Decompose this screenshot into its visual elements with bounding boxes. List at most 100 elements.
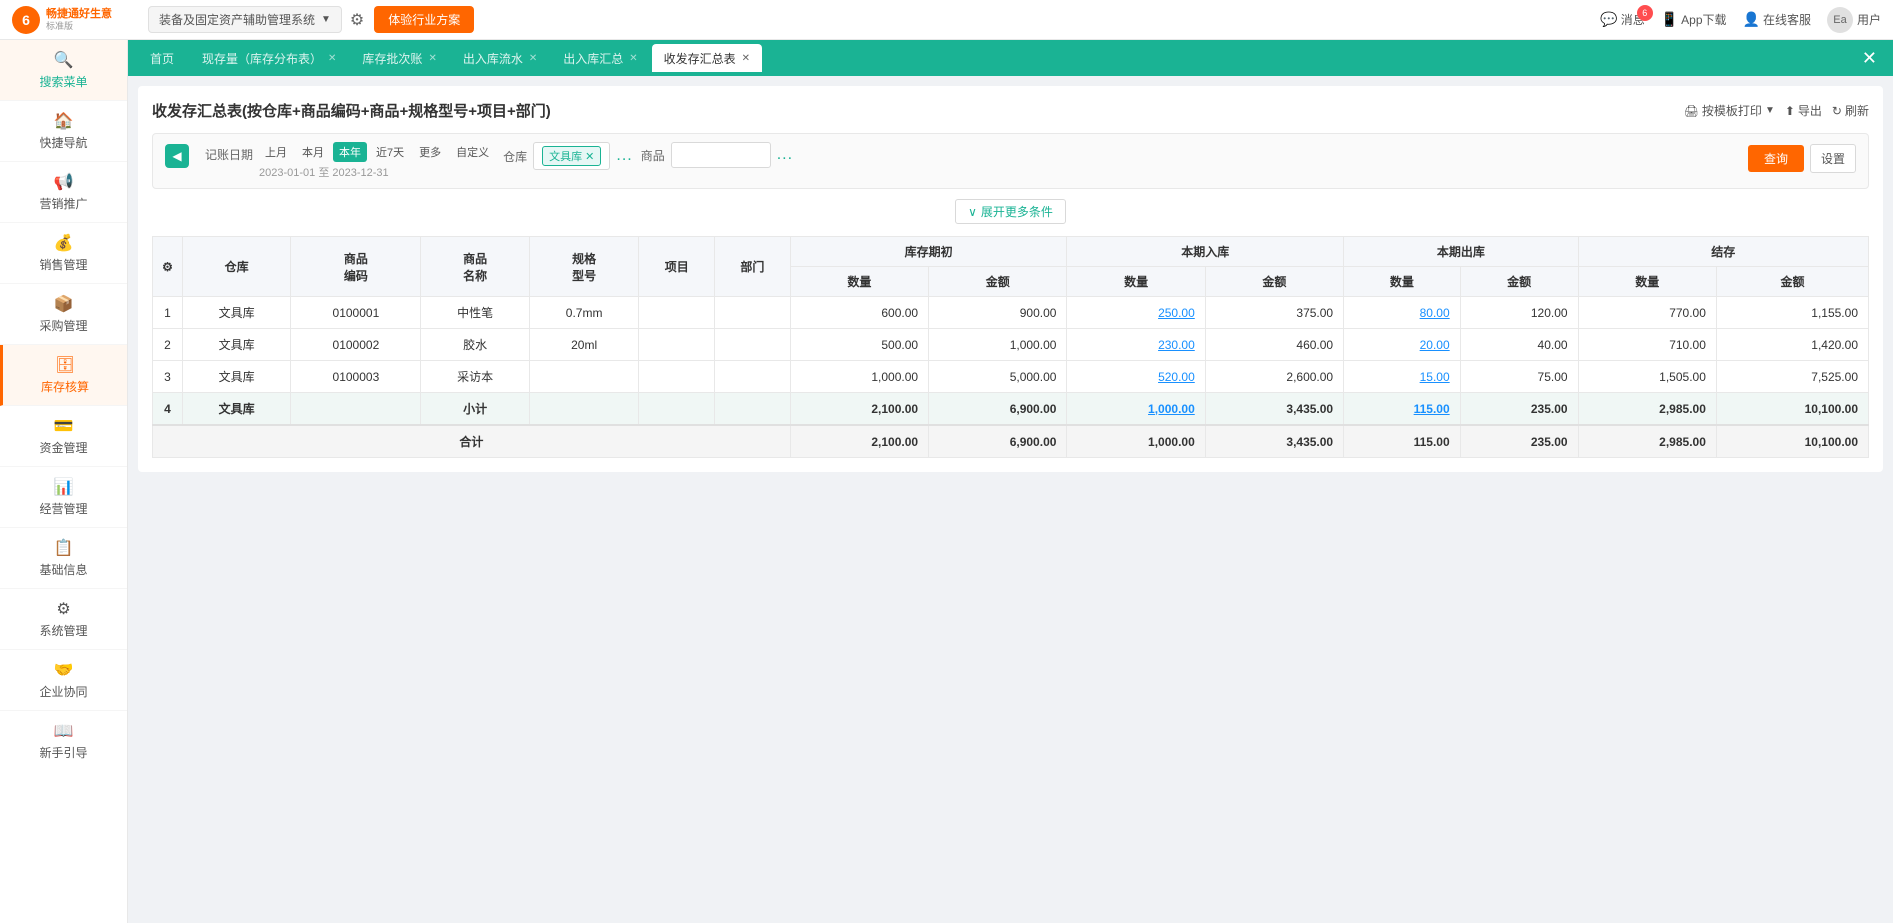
sidebar-item-marketing[interactable]: 📢 营销推广 <box>0 162 127 223</box>
date-tab-prev-month[interactable]: 上月 <box>259 142 293 162</box>
warehouse-tag-remove[interactable]: ✕ <box>585 150 594 163</box>
print-btn[interactable]: 🖨 按模板打印 ▼ <box>1684 102 1775 119</box>
col-closing-qty: 数量 <box>1578 267 1716 297</box>
sidebar-item-inventory[interactable]: 🗄 库存核算 <box>0 345 127 406</box>
user-menu[interactable]: Ea 用户 <box>1827 7 1881 33</box>
sales-icon: 💰 <box>54 233 74 253</box>
cell-closing-qty: 710.00 <box>1578 329 1716 361</box>
sidebar-item-guide[interactable]: 📖 新手引导 <box>0 711 127 771</box>
page-content: 收发存汇总表(按仓库+商品编码+商品+规格型号+项目+部门) 🖨 按模板打印 ▼… <box>128 76 1893 923</box>
filter-action-btns: 查询 设置 <box>1748 144 1856 173</box>
cell-out-qty[interactable]: 115.00 <box>1344 393 1461 426</box>
tab-inout-summary-close[interactable]: ✕ <box>629 53 637 64</box>
col-group-opening: 库存期初 <box>790 237 1067 267</box>
cell-spec: 0.7mm <box>529 297 639 329</box>
tab-stock-dist-close[interactable]: ✕ <box>328 53 336 64</box>
cell-no: 2 <box>153 329 183 361</box>
system-selector[interactable]: 装备及固定资产辅助管理系统 ▼ <box>148 6 342 33</box>
sidebar-item-search[interactable]: 🔍 搜索菜单 <box>0 40 127 101</box>
warehouse-tag: 文具库 ✕ <box>542 146 601 166</box>
cell-out-qty[interactable]: 80.00 <box>1344 297 1461 329</box>
refresh-btn[interactable]: ↻ 刷新 <box>1832 102 1869 119</box>
messages-badge: 6 <box>1637 5 1653 21</box>
sidebar-item-corp[interactable]: 🤝 企业协同 <box>0 650 127 711</box>
cell-closing-amt: 1,155.00 <box>1716 297 1868 329</box>
col-out-qty: 数量 <box>1344 267 1461 297</box>
cell-in-qty[interactable]: 1,000.00 <box>1067 393 1205 426</box>
basic-icon: 📋 <box>54 538 74 558</box>
warehouse-more-icon[interactable]: ... <box>616 147 632 165</box>
tab-bar-close[interactable]: ✕ <box>1854 48 1885 69</box>
goods-input[interactable] <box>671 142 771 168</box>
query-button[interactable]: 查询 <box>1748 145 1804 172</box>
cell-in-qty[interactable]: 250.00 <box>1067 297 1205 329</box>
trial-button[interactable]: 体验行业方案 <box>374 6 474 33</box>
sidebar-item-business[interactable]: 📊 经营管理 <box>0 467 127 528</box>
date-filter-group: 记账日期 上月 本月 本年 近7天 更多 自定义 20 <box>205 142 495 180</box>
business-icon: 📊 <box>54 477 74 497</box>
messages-btn[interactable]: 💬 消息 6 <box>1600 11 1644 28</box>
tab-recv-send-close[interactable]: ✕ <box>742 53 750 64</box>
col-group-in: 本期入库 <box>1067 237 1344 267</box>
tab-stock-dist[interactable]: 现存量（库存分布表） ✕ <box>190 44 348 72</box>
cell-in-qty[interactable]: 230.00 <box>1067 329 1205 361</box>
expand-icon: ∨ <box>968 205 977 219</box>
col-group-out: 本期出库 <box>1344 237 1578 267</box>
cell-out-qty[interactable]: 20.00 <box>1344 329 1461 361</box>
filter-area: ◀ 记账日期 上月 本月 本年 近7天 更多 <box>152 133 1869 189</box>
cell-dept <box>715 297 791 329</box>
col-group-closing: 结存 <box>1578 237 1868 267</box>
col-warehouse: 仓库 <box>183 237 291 297</box>
tab-inout-flow-close[interactable]: ✕ <box>529 53 537 64</box>
footer-out-amt-cell: 235.00 <box>1460 425 1578 458</box>
date-tab-this-year[interactable]: 本年 <box>333 142 367 162</box>
date-tab-more[interactable]: 更多 <box>413 142 447 162</box>
date-tab-7days[interactable]: 近7天 <box>370 142 410 162</box>
warehouse-input[interactable]: 文具库 ✕ <box>533 142 610 170</box>
tab-inout-summary[interactable]: 出入库汇总 ✕ <box>551 44 649 72</box>
sidebar-item-finance[interactable]: 💳 资金管理 <box>0 406 127 467</box>
expand-conditions-btn[interactable]: ∨ 展开更多条件 <box>955 199 1066 224</box>
app-download-btn[interactable]: 📱 App下载 <box>1661 11 1727 28</box>
online-service-btn[interactable]: 👤 在线客服 <box>1743 11 1811 28</box>
date-tab-custom[interactable]: 自定义 <box>450 142 495 162</box>
cell-out-qty[interactable]: 15.00 <box>1344 361 1461 393</box>
col-settings[interactable]: ⚙ <box>153 237 183 297</box>
date-tabs: 上月 本月 本年 近7天 更多 自定义 <box>259 142 495 162</box>
footer-label-cell: 合计 <box>153 425 791 458</box>
sidebar-item-sales[interactable]: 💰 销售管理 <box>0 223 127 284</box>
export-btn[interactable]: ⬆ 导出 <box>1785 102 1822 119</box>
table-row: 2 文具库 0100002 胶水 20ml 500.00 1,000.00 23… <box>153 329 1869 361</box>
cell-project <box>639 297 715 329</box>
tab-inout-flow[interactable]: 出入库流水 ✕ <box>451 44 549 72</box>
content-card: 收发存汇总表(按仓库+商品编码+商品+规格型号+项目+部门) 🖨 按模板打印 ▼… <box>138 86 1883 472</box>
tab-home[interactable]: 首页 <box>136 44 188 72</box>
filter-toggle-btn[interactable]: ◀ <box>165 144 189 168</box>
cell-warehouse: 文具库 <box>183 393 291 426</box>
footer-opening-qty-cell: 2,100.00 <box>790 425 928 458</box>
sidebar-item-quick[interactable]: 🏠 快捷导航 <box>0 101 127 162</box>
system-icon: ⚙ <box>56 599 70 619</box>
user-label: 用户 <box>1857 11 1881 28</box>
sidebar-item-basic[interactable]: 📋 基础信息 <box>0 528 127 589</box>
cell-spec: 20ml <box>529 329 639 361</box>
settings-small-btn[interactable]: 设置 <box>1810 144 1856 173</box>
warehouse-label: 仓库 <box>503 148 527 165</box>
footer-closing-amt-cell: 10,100.00 <box>1716 425 1868 458</box>
warehouse-filter-group: 仓库 文具库 ✕ ... <box>503 142 633 170</box>
settings-icon[interactable]: ⚙ <box>350 10 364 30</box>
logo-area: 6 畅捷通好生意 标准版 <box>12 6 140 34</box>
cell-name: 胶水 <box>421 329 529 361</box>
cell-code: 0100001 <box>291 297 421 329</box>
tab-batch-close[interactable]: ✕ <box>428 53 436 64</box>
footer-row: 合计 2,100.00 6,900.00 1,000.00 3,435.00 1… <box>153 425 1869 458</box>
sidebar-item-system[interactable]: ⚙ 系统管理 <box>0 589 127 650</box>
cell-in-qty[interactable]: 520.00 <box>1067 361 1205 393</box>
cell-warehouse: 文具库 <box>183 297 291 329</box>
sidebar-item-purchase[interactable]: 📦 采购管理 <box>0 284 127 345</box>
goods-more-icon[interactable]: ... <box>777 146 793 164</box>
tab-batch[interactable]: 库存批次账 ✕ <box>350 44 448 72</box>
date-tab-this-month[interactable]: 本月 <box>296 142 330 162</box>
tab-recv-send[interactable]: 收发存汇总表 ✕ <box>652 44 762 72</box>
footer-opening-amt-cell: 6,900.00 <box>929 425 1067 458</box>
